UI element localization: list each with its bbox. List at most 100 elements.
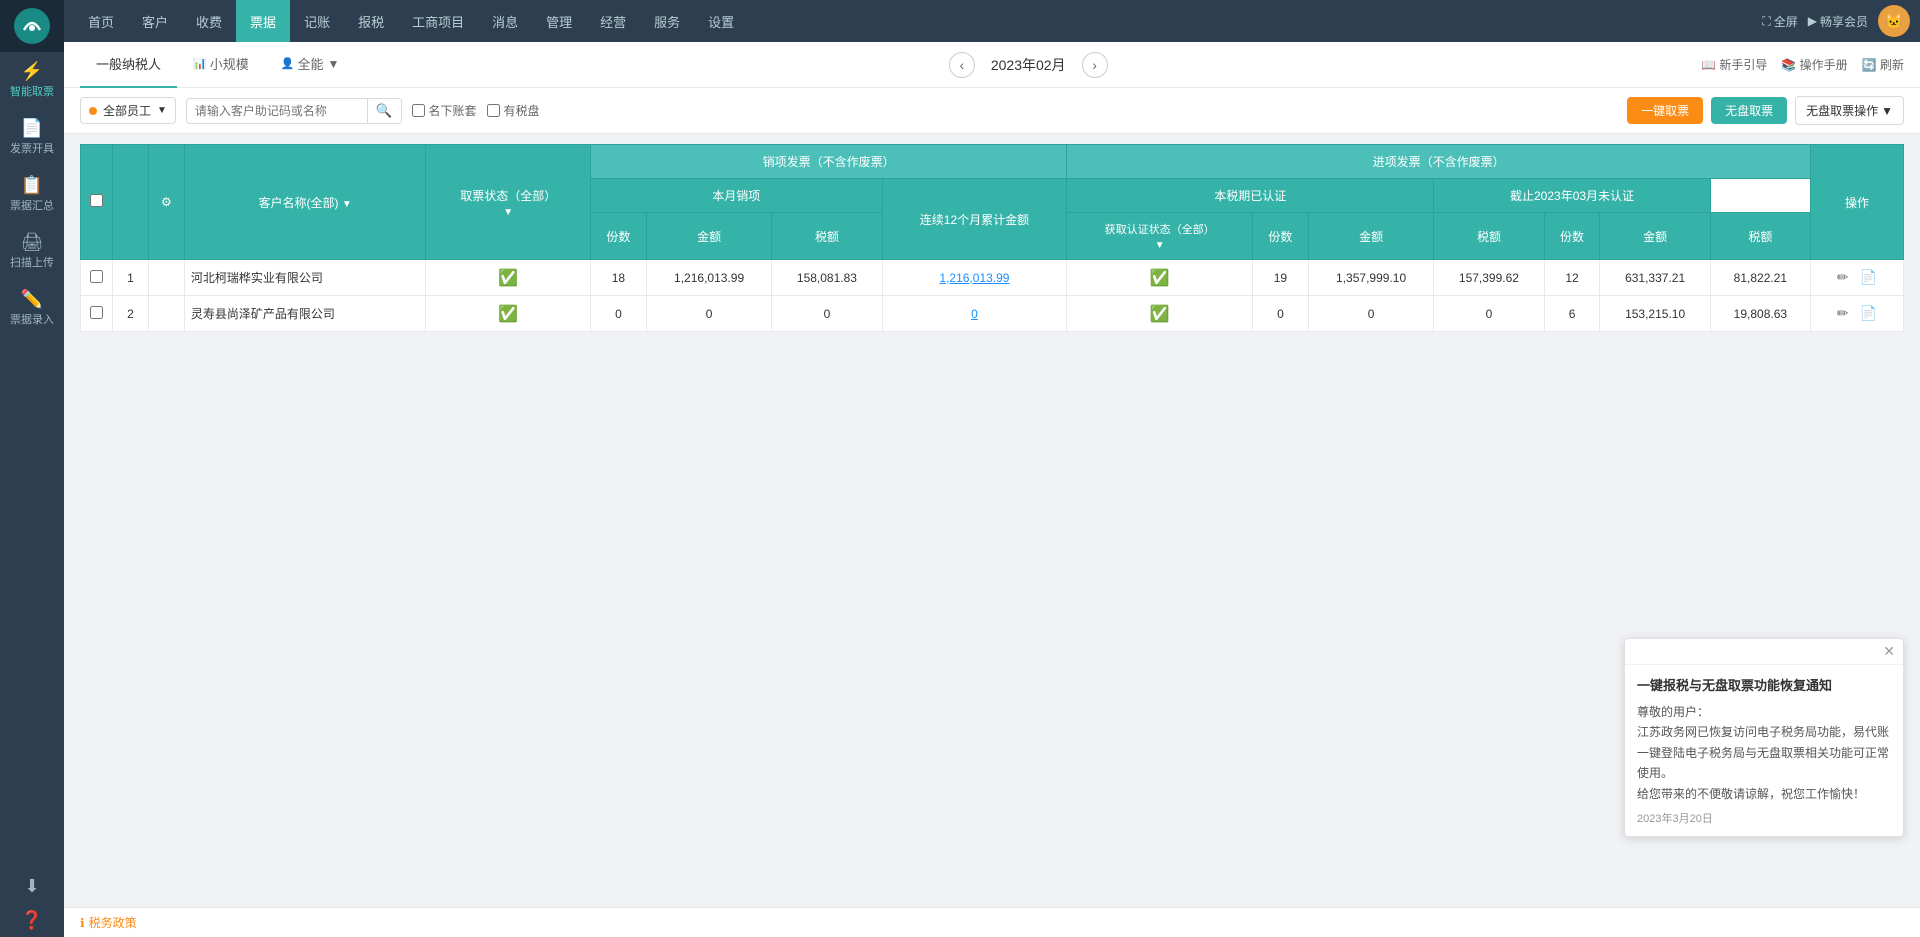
nav-home[interactable]: 首页 xyxy=(74,0,128,42)
sidebar-item-smart-fetch[interactable]: ⚡ 智能取票 xyxy=(0,52,64,109)
user-avatar[interactable]: 🐱 xyxy=(1878,5,1910,37)
th-action: 操作 xyxy=(1810,145,1903,260)
row-sales-amount-1: 0 xyxy=(646,296,771,332)
th-sales-group: 销项发票（不含作废票） xyxy=(591,145,1067,179)
th-purchase-certified: 本税期已认证 xyxy=(1067,179,1434,213)
th-purchase-group: 进项发票（不含作废票） xyxy=(1067,145,1811,179)
row-checkbox-0[interactable] xyxy=(90,270,103,283)
th-sales-amount: 金额 xyxy=(646,213,771,260)
nav-invoice[interactable]: 票据 xyxy=(236,0,290,42)
bottom-bar: ℹ 税务政策 xyxy=(64,907,1920,937)
sidebar-item-invoice-open[interactable]: 📄 发票开具 xyxy=(0,109,64,166)
th-company: 客户名称(全部) ▼ xyxy=(184,145,426,260)
new-guide-btn[interactable]: 📖 新手引导 xyxy=(1701,56,1767,73)
view-btn-1[interactable]: 📄 xyxy=(1856,303,1881,324)
fullscreen-icon: ⛶ xyxy=(1762,14,1770,29)
notif-main-text: 江苏政务网已恢复访问电子税务局功能，易代账一键登陆电子税务局与无盘取票相关功能可… xyxy=(1637,722,1891,783)
status-filter-icon[interactable]: ▼ xyxy=(503,207,513,218)
sidebar-item-invoice-summary[interactable]: 📋 票据汇总 xyxy=(0,166,64,223)
tab-all[interactable]: 👤 全能 ▼ xyxy=(265,42,356,88)
th-sales-tax: 税额 xyxy=(772,213,882,260)
staff-dropdown-icon: ▼ xyxy=(157,105,167,116)
tab-small[interactable]: 📊 小规模 xyxy=(177,42,265,88)
account-checkbox[interactable] xyxy=(412,104,425,117)
row-action-0: ✏ 📄 xyxy=(1810,260,1903,296)
row-settings-1 xyxy=(149,296,185,332)
row-checkbox-cell xyxy=(81,296,113,332)
row-num-0: 1 xyxy=(113,260,149,296)
th-num xyxy=(113,145,149,260)
view-btn-0[interactable]: 📄 xyxy=(1856,267,1881,288)
no-disk-fetch-btn[interactable]: 无盘取票 xyxy=(1711,97,1787,124)
notif-content: 一键报税与无盘取票功能恢复通知 尊敬的用户： 江苏政务网已恢复访问电子税务局功能… xyxy=(1625,665,1903,836)
nav-client[interactable]: 客户 xyxy=(128,0,182,42)
prev-period-btn[interactable]: ‹ xyxy=(949,52,975,78)
nav-collection[interactable]: 收费 xyxy=(182,0,236,42)
notif-title: 一键报税与无盘取票功能恢复通知 xyxy=(1637,675,1891,694)
row-sales-count-1: 0 xyxy=(591,296,647,332)
row-cert-tax-0: 157,399.62 xyxy=(1434,260,1544,296)
row-sales-12m-0: 1,216,013.99 xyxy=(882,260,1067,296)
manual-btn[interactable]: 📚 操作手册 xyxy=(1781,56,1847,73)
nav-accounting[interactable]: 记账 xyxy=(290,0,344,42)
nav-message[interactable]: 消息 xyxy=(478,0,532,42)
sales-12m-link-0[interactable]: 1,216,013.99 xyxy=(939,271,1009,285)
sidebar-item-help[interactable]: ❓ xyxy=(0,903,64,937)
sidebar-item-data-entry[interactable]: ✏️ 票据录入 xyxy=(0,280,64,337)
row-uncert-tax-1: 19,808.63 xyxy=(1710,296,1810,332)
th-cert-count: 份数 xyxy=(1253,213,1309,260)
nav-biz[interactable]: 工商项目 xyxy=(398,0,478,42)
guide-icon: 📖 xyxy=(1701,58,1716,72)
row-cert-status-0: ✅ xyxy=(1067,260,1253,296)
th-cert-status: 获取认证状态（全部） ▼ xyxy=(1067,213,1253,260)
status-check-icon-1: ✅ xyxy=(498,306,518,323)
info-icon: ℹ xyxy=(80,916,85,930)
next-period-btn[interactable]: › xyxy=(1082,52,1108,78)
edit-btn-1[interactable]: ✏ xyxy=(1833,303,1853,324)
chevron-down-icon: ▼ xyxy=(327,57,339,71)
account-checkbox-label[interactable]: 名下账套 xyxy=(412,102,477,119)
more-ops-icon: ▼ xyxy=(1881,104,1893,118)
tax-disk-checkbox-label[interactable]: 有税盘 xyxy=(487,102,540,119)
table-row: 2 灵寿县尚泽矿产品有限公司 ✅ 0 0 0 0 ✅ 0 0 0 6 153,2… xyxy=(81,296,1904,332)
member-btn[interactable]: ▶ 畅享会员 xyxy=(1808,13,1868,30)
tab-all-more[interactable]: ▼ xyxy=(327,57,339,71)
nav-service[interactable]: 服务 xyxy=(640,0,694,42)
nav-operation[interactable]: 经营 xyxy=(586,0,640,42)
row-num-1: 2 xyxy=(113,296,149,332)
filter-icon[interactable]: ▼ xyxy=(342,199,352,210)
table-body: 1 河北柯瑞桦实业有限公司 ✅ 18 1,216,013.99 158,081.… xyxy=(81,260,1904,332)
fullscreen-btn[interactable]: ⛶ 全屏 xyxy=(1762,13,1797,30)
settings-icon[interactable]: ⚙ xyxy=(161,195,172,209)
row-checkbox-1[interactable] xyxy=(90,306,103,319)
tax-disk-checkbox[interactable] xyxy=(487,104,500,117)
staff-select[interactable]: 全部员工 ▼ xyxy=(80,97,176,124)
edit-btn-0[interactable]: ✏ xyxy=(1833,267,1853,288)
one-click-fetch-btn[interactable]: 一键取票 xyxy=(1627,97,1703,124)
notif-header: ✕ xyxy=(1625,639,1903,665)
th-purchase-uncertified: 截止2023年03月未认证 xyxy=(1434,179,1710,213)
sidebar-bottom: ⬇ ❓ xyxy=(0,869,64,937)
search-input[interactable] xyxy=(187,100,367,122)
nav-admin[interactable]: 管理 xyxy=(532,0,586,42)
search-button[interactable]: 🔍 xyxy=(367,99,401,123)
notif-close-btn[interactable]: ✕ xyxy=(1883,643,1895,660)
tab-general[interactable]: 一般纳税人 xyxy=(80,42,177,88)
refresh-btn[interactable]: 🔄 刷新 xyxy=(1862,56,1904,73)
notification-popup: ✕ 一键报税与无盘取票功能恢复通知 尊敬的用户： 江苏政务网已恢复访问电子税务局… xyxy=(1624,638,1904,837)
row-uncert-count-1: 6 xyxy=(1544,296,1600,332)
app-logo[interactable] xyxy=(0,0,64,52)
nav-tax[interactable]: 报税 xyxy=(344,0,398,42)
sidebar-item-scan-upload[interactable]: 🖨 扫描上传 xyxy=(0,223,64,280)
sales-12m-link-1[interactable]: 0 xyxy=(971,307,978,321)
th-sales-count: 份数 xyxy=(591,213,647,260)
select-all-checkbox[interactable] xyxy=(90,194,103,207)
tax-policy-link[interactable]: ℹ 税务政策 xyxy=(80,914,1904,931)
nav-settings[interactable]: 设置 xyxy=(694,0,748,42)
row-sales-amount-0: 1,216,013.99 xyxy=(646,260,771,296)
cert-filter-icon[interactable]: ▼ xyxy=(1155,240,1165,251)
cert-status-icon-0: ✅ xyxy=(1150,270,1170,287)
row-company-1: 灵寿县尚泽矿产品有限公司 xyxy=(184,296,426,332)
sidebar-item-download[interactable]: ⬇ xyxy=(0,869,64,903)
more-ops-btn[interactable]: 无盘取票操作 ▼ xyxy=(1795,96,1904,125)
